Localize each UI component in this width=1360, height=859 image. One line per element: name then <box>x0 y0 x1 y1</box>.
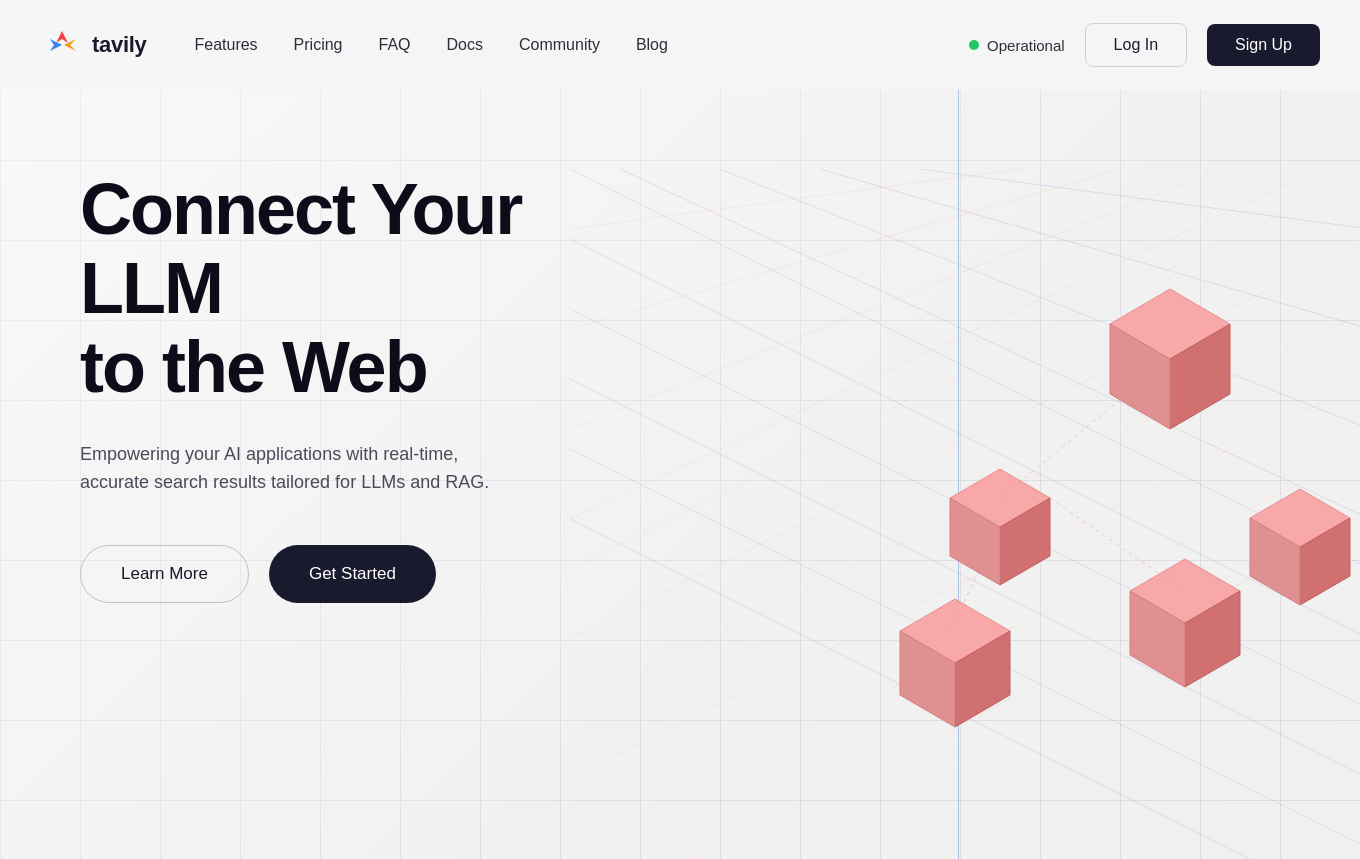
hero-subtitle: Empowering your AI applications with rea… <box>80 440 520 498</box>
nav-item-pricing[interactable]: Pricing <box>294 36 343 54</box>
nav-item-features[interactable]: Features <box>194 36 257 54</box>
login-button[interactable]: Log In <box>1085 23 1187 67</box>
nav-left: tavily Features Pricing FAQ Docs Communi… <box>40 23 668 67</box>
nav-item-community[interactable]: Community <box>519 36 600 54</box>
hero-buttons: Learn More Get Started <box>80 545 600 603</box>
get-started-button[interactable]: Get Started <box>269 545 436 603</box>
hero-title-line1: Connect Your LLM <box>80 169 521 328</box>
hero-title-line2: to the Web <box>80 327 427 407</box>
status-dot <box>969 40 979 50</box>
svg-line-6 <box>620 169 1360 519</box>
nav-item-blog[interactable]: Blog <box>636 36 668 54</box>
learn-more-button[interactable]: Learn More <box>80 545 249 603</box>
nav-item-faq[interactable]: FAQ <box>379 36 411 54</box>
svg-line-4 <box>570 239 1360 639</box>
svg-line-9 <box>920 169 1360 229</box>
signup-button[interactable]: Sign Up <box>1207 24 1320 66</box>
nav-links: Features Pricing FAQ Docs Community Blog <box>194 36 667 54</box>
navbar: tavily Features Pricing FAQ Docs Communi… <box>0 0 1360 90</box>
svg-line-8 <box>820 169 1360 329</box>
nav-right: Operational Log In Sign Up <box>969 23 1320 67</box>
nav-item-docs[interactable]: Docs <box>447 36 483 54</box>
status-label: Operational <box>987 37 1065 54</box>
logo-link[interactable]: tavily <box>40 23 146 67</box>
hero-content: Connect Your LLM to the Web Empowering y… <box>0 90 680 603</box>
svg-line-36 <box>1000 359 1170 498</box>
iso-scene <box>570 169 1360 859</box>
logo-text: tavily <box>92 32 146 58</box>
svg-line-7 <box>720 169 1360 429</box>
logo-icon <box>40 23 84 67</box>
svg-line-15 <box>570 239 1360 639</box>
hero-title: Connect Your LLM to the Web <box>80 170 600 408</box>
status-badge: Operational <box>969 37 1065 54</box>
